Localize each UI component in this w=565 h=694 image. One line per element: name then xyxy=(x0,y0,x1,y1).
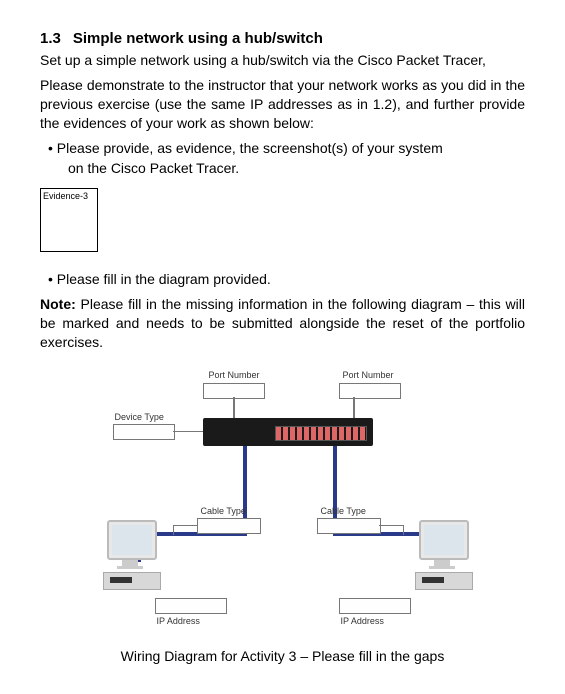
diagram-caption: Wiring Diagram for Activity 3 – Please f… xyxy=(40,648,525,664)
label-device-type: Device Type xyxy=(115,412,164,422)
heading-title: Simple network using a hub/switch xyxy=(73,30,323,47)
fill-cable-type-left[interactable] xyxy=(197,518,261,534)
bullet-diagram: Please fill in the diagram provided. xyxy=(40,270,525,289)
label-port-number-left: Port Number xyxy=(209,370,260,380)
intro-para-1: Set up a simple network using a hub/swit… xyxy=(40,51,525,70)
label-cable-type-left: Cable Type xyxy=(201,506,246,516)
fill-device-type[interactable] xyxy=(113,424,175,440)
pc-left-icon xyxy=(93,520,173,590)
evidence-label: Evidence-3 xyxy=(43,191,88,201)
bullet-evidence: Please provide, as evidence, the screens… xyxy=(40,139,525,158)
fill-port-number-right[interactable] xyxy=(339,383,401,399)
note-label: Note: xyxy=(40,296,76,312)
note-text: Please fill in the missing information i… xyxy=(40,296,525,350)
note-para: Note: Please fill in the missing informa… xyxy=(40,295,525,352)
fill-ip-address-left[interactable] xyxy=(155,598,227,614)
evidence-placeholder-box: Evidence-3 xyxy=(40,188,98,252)
intro-para-2: Please demonstrate to the instructor tha… xyxy=(40,76,525,133)
fill-ip-address-right[interactable] xyxy=(339,598,411,614)
label-ip-address-left: IP Address xyxy=(157,616,200,626)
fill-cable-type-right[interactable] xyxy=(317,518,381,534)
label-cable-type-right: Cable Type xyxy=(321,506,366,516)
label-ip-address-right: IP Address xyxy=(341,616,384,626)
heading-number: 1.3 xyxy=(40,30,61,47)
pc-right-icon xyxy=(405,520,485,590)
label-port-number-right: Port Number xyxy=(343,370,394,380)
bullet-evidence-cont: on the Cisco Packet Tracer. xyxy=(40,159,525,178)
switch-device-icon xyxy=(203,418,373,446)
wiring-diagram: Port Number Port Number Device Type Cabl… xyxy=(53,370,513,640)
section-heading: 1.3 Simple network using a hub/switch xyxy=(40,30,525,47)
switch-ports-icon xyxy=(275,426,367,441)
